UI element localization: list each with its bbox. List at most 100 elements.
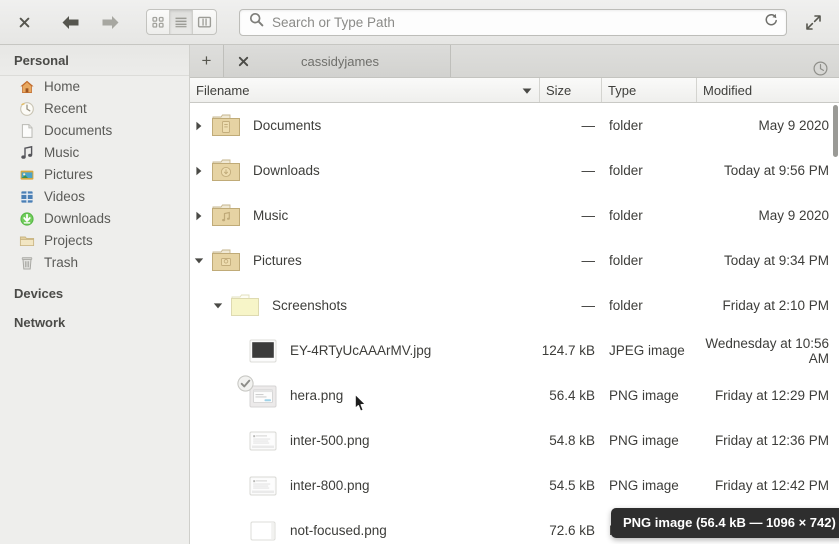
- sidebar-item-trash[interactable]: Trash: [0, 252, 189, 274]
- table-row[interactable]: inter-800.png 54.5 kB PNG image Friday a…: [190, 463, 839, 508]
- table-row[interactable]: Pictures — folder Today at 9:34 PM: [190, 238, 839, 283]
- navigation-buttons: [54, 7, 126, 37]
- home-icon: [18, 79, 35, 96]
- column-label: Size: [546, 82, 572, 98]
- sidebar-item-recent[interactable]: Recent: [0, 98, 189, 120]
- sort-descending-icon: [522, 83, 532, 98]
- maximize-icon[interactable]: [797, 7, 829, 37]
- chevron-right-icon[interactable]: [190, 166, 208, 176]
- table-row[interactable]: hera.png 56.4 kB PNG image Friday at 12:…: [190, 373, 839, 418]
- image-thumbnail-doc-icon: [245, 425, 281, 457]
- file-type: folder: [609, 298, 643, 313]
- tab-title: cassidyjames: [300, 53, 380, 69]
- folder-documents-icon: [208, 110, 244, 142]
- table-row[interactable]: Music — folder May 9 2020: [190, 193, 839, 238]
- file-size: 124.7 kB: [541, 343, 595, 358]
- file-name: Documents: [253, 118, 322, 133]
- file-name: not-focused.png: [290, 523, 387, 538]
- refresh-icon[interactable]: [763, 12, 779, 33]
- trash-icon: [18, 255, 35, 272]
- sidebar-item-home[interactable]: Home: [0, 76, 189, 98]
- file-size: —: [581, 163, 596, 178]
- column-header-filename[interactable]: Filename: [190, 78, 540, 102]
- sidebar-item-label: Trash: [44, 255, 79, 271]
- file-size: 72.6 kB: [549, 523, 595, 538]
- new-tab-button[interactable]: +: [190, 45, 223, 77]
- chevron-right-icon[interactable]: [190, 211, 208, 221]
- file-modified: May 9 2020: [758, 118, 829, 133]
- file-name: Music: [253, 208, 289, 223]
- header-bar: [0, 0, 839, 45]
- tab-cassidyjames[interactable]: cassidyjames: [223, 45, 451, 77]
- column-header-size[interactable]: Size: [540, 78, 602, 102]
- file-name-cell: Documents: [190, 110, 540, 142]
- back-arrow-icon[interactable]: [54, 7, 86, 37]
- file-type: folder: [609, 208, 643, 223]
- search-input[interactable]: [264, 14, 763, 30]
- table-row[interactable]: Screenshots — folder Friday at 2:10 PM: [190, 283, 839, 328]
- file-name: inter-800.png: [290, 478, 370, 493]
- documents-icon: [18, 123, 35, 140]
- file-list[interactable]: Documents — folder May 9 2020 Downloads …: [190, 103, 839, 544]
- column-header: Filename Size Type Modified: [190, 78, 839, 103]
- file-type: PNG image: [609, 388, 679, 403]
- sidebar-item-projects[interactable]: Projects: [0, 230, 189, 252]
- file-name-cell: hera.png: [190, 374, 540, 412]
- grid-view-button[interactable]: [147, 10, 170, 34]
- view-mode-group: [146, 9, 217, 35]
- close-icon[interactable]: [8, 7, 40, 37]
- list-view-button[interactable]: [170, 10, 193, 34]
- file-modified: Friday at 12:42 PM: [714, 478, 829, 493]
- image-thumbnail-doc-icon: [245, 470, 281, 502]
- scrollbar-thumb[interactable]: [833, 105, 838, 157]
- sidebar-item-label: Home: [44, 79, 81, 95]
- file-name-cell: Screenshots: [190, 290, 540, 322]
- folder-downloads-icon: [208, 155, 244, 187]
- forward-arrow-icon[interactable]: [94, 7, 126, 37]
- sidebar-item-pictures[interactable]: Pictures: [0, 164, 189, 186]
- file-tooltip: PNG image (56.4 kB — 1096 × 742): [611, 508, 839, 538]
- file-size: 56.4 kB: [549, 388, 595, 403]
- table-row[interactable]: EY-4RTyUcAAArMV.jpg 124.7 kB JPEG image …: [190, 328, 839, 373]
- table-row[interactable]: Downloads — folder Today at 9:56 PM: [190, 148, 839, 193]
- tab-bar-empty-area[interactable]: [451, 45, 801, 77]
- file-size: 54.5 kB: [549, 478, 595, 493]
- chevron-down-icon[interactable]: [190, 257, 208, 265]
- sidebar-item-videos[interactable]: Videos: [0, 186, 189, 208]
- file-pane: + cassidyjames Filename Size Type Modifi…: [190, 45, 839, 544]
- sidebar: Personal Home Recent Documents Music Pic…: [0, 45, 190, 544]
- music-icon: [18, 145, 35, 162]
- vertical-scrollbar[interactable]: [833, 103, 838, 544]
- column-label: Type: [608, 82, 637, 98]
- file-type: folder: [609, 253, 643, 268]
- recent-icon: [18, 101, 35, 118]
- sidebar-heading-personal: Personal: [0, 45, 189, 76]
- sidebar-item-label: Videos: [44, 189, 86, 205]
- file-modified: May 9 2020: [758, 208, 829, 223]
- file-size: 54.8 kB: [549, 433, 595, 448]
- pictures-icon: [18, 167, 35, 184]
- sidebar-item-documents[interactable]: Documents: [0, 120, 189, 142]
- sidebar-item-downloads[interactable]: Downloads: [0, 208, 189, 230]
- sidebar-item-label: Documents: [44, 123, 113, 139]
- file-name: EY-4RTyUcAAArMV.jpg: [290, 343, 432, 358]
- column-view-button[interactable]: [193, 10, 216, 34]
- tab-close-icon[interactable]: [230, 56, 256, 67]
- column-header-type[interactable]: Type: [602, 78, 697, 102]
- history-clock-icon[interactable]: [801, 60, 839, 77]
- chevron-down-icon[interactable]: [209, 302, 227, 310]
- file-size: —: [581, 298, 596, 313]
- sidebar-item-music[interactable]: Music: [0, 142, 189, 164]
- table-row[interactable]: Documents — folder May 9 2020: [190, 103, 839, 148]
- chevron-right-icon[interactable]: [190, 121, 208, 131]
- table-row[interactable]: inter-500.png 54.8 kB PNG image Friday a…: [190, 418, 839, 463]
- file-name: Pictures: [253, 253, 302, 268]
- file-name-cell: Pictures: [190, 245, 540, 277]
- file-type: PNG image: [609, 478, 679, 493]
- column-header-modified[interactable]: Modified: [697, 78, 839, 102]
- sidebar-heading-network: Network: [14, 315, 66, 330]
- file-modified: Wednesday at 10:56 AM: [705, 335, 829, 366]
- search-bar[interactable]: [239, 8, 787, 36]
- sidebar-item-label: Downloads: [44, 211, 111, 227]
- projects-icon: [18, 233, 35, 250]
